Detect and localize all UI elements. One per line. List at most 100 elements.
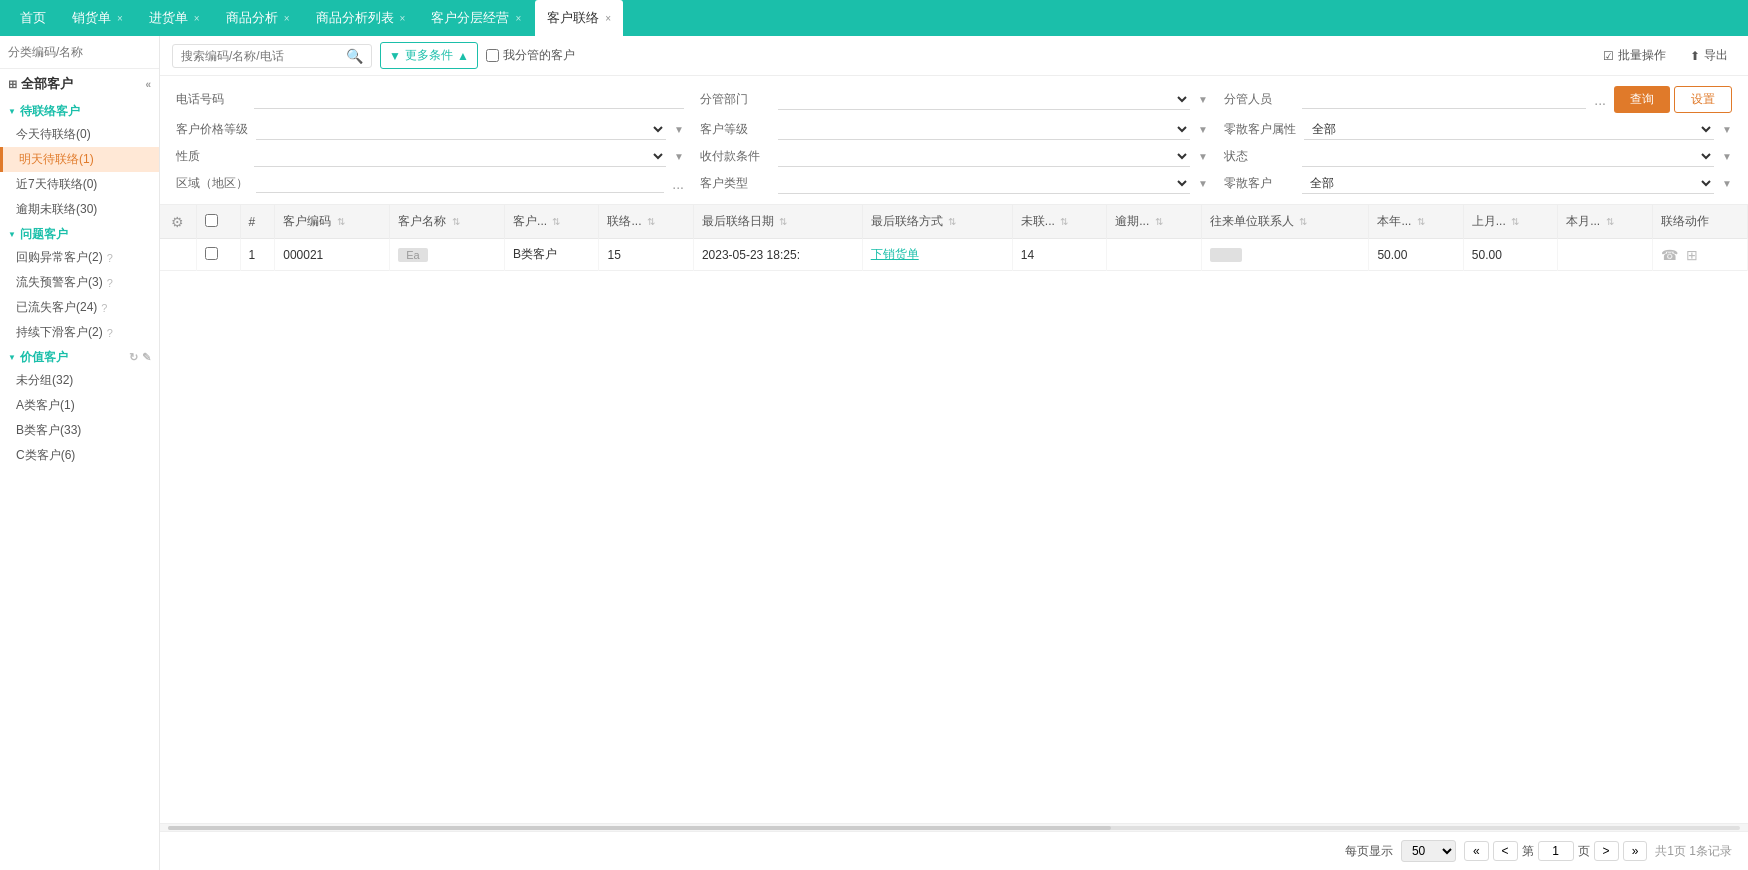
- table-col-unit-contact[interactable]: 往来单位联系人 ⇅: [1201, 205, 1369, 239]
- sidebar-item-class-a[interactable]: A类客户(1): [0, 393, 159, 418]
- sidebar-item-overdue-contact[interactable]: 逾期未联络(30): [0, 197, 159, 222]
- action-icons: ☎ ⊞: [1661, 247, 1739, 263]
- search-input[interactable]: [181, 49, 346, 63]
- row-last-contact-method[interactable]: 下销货单: [862, 239, 1012, 271]
- filter-row-4: 区域（地区） ... 客户类型 ▼ 零散客户 全部 ▼: [176, 173, 1732, 194]
- page-number-input[interactable]: [1538, 841, 1574, 861]
- filter-payment-select[interactable]: [778, 146, 1190, 167]
- horizontal-scrollbar[interactable]: [160, 823, 1748, 831]
- close-icon[interactable]: ×: [400, 13, 406, 24]
- table-col-last-contact-method[interactable]: 最后联络方式 ⇅: [862, 205, 1012, 239]
- filter-btn[interactable]: ▼ 更多条件 ▲: [380, 42, 478, 69]
- sidebar-item-churn-warning[interactable]: 流失预警客户(3) ?: [0, 270, 159, 295]
- scrollbar-thumb[interactable]: [168, 826, 1111, 830]
- sidebar-item-7days-contact[interactable]: 近7天待联络(0): [0, 172, 159, 197]
- table-col-customer-type[interactable]: 客户... ⇅: [505, 205, 599, 239]
- sidebar-group-pending-label: 待联络客户: [20, 103, 80, 120]
- filter-phone: 电话号码: [176, 86, 684, 113]
- close-icon[interactable]: ×: [117, 13, 123, 24]
- query-button[interactable]: 查询: [1614, 86, 1670, 113]
- nav-item-customer-segment[interactable]: 客户分层经营 ×: [419, 0, 533, 36]
- batch-operations-btn[interactable]: ☑ 批量操作: [1595, 43, 1674, 68]
- nav-item-analysis-list[interactable]: 商品分析列表 ×: [304, 0, 418, 36]
- table-col-overdue[interactable]: 逾期... ⇅: [1107, 205, 1201, 239]
- export-btn[interactable]: ⬆ 导出: [1682, 43, 1736, 68]
- per-page-select[interactable]: 50 100 200: [1401, 840, 1456, 862]
- sidebar-group-value: ▼ 价值客户 ↻ ✎: [0, 345, 159, 368]
- help-icon: ?: [107, 327, 113, 339]
- row-uncontacted: 14: [1012, 239, 1106, 271]
- nav-item-home[interactable]: 首页: [8, 0, 58, 36]
- triangle-icon: ▼: [8, 230, 16, 239]
- settings-button[interactable]: 设置: [1674, 86, 1732, 113]
- nav-item-sales[interactable]: 销货单 ×: [60, 0, 135, 36]
- nav-item-customer-contact[interactable]: 客户联络 ×: [535, 0, 623, 36]
- close-icon[interactable]: ×: [284, 13, 290, 24]
- close-icon[interactable]: ×: [605, 13, 611, 24]
- sort-icon: ⇅: [337, 216, 345, 227]
- first-page-btn[interactable]: «: [1464, 841, 1489, 861]
- search-icon[interactable]: 🔍: [346, 48, 363, 64]
- batch-btn-label: 批量操作: [1618, 47, 1666, 64]
- filter-retail-customer-select[interactable]: 全部: [1302, 173, 1714, 194]
- filter-customer-grade-select[interactable]: [778, 119, 1190, 140]
- table-col-uncontacted[interactable]: 未联... ⇅: [1012, 205, 1106, 239]
- table-col-contact-count[interactable]: 联络... ⇅: [599, 205, 693, 239]
- filter-status-select[interactable]: [1302, 146, 1714, 167]
- row-select-checkbox[interactable]: [205, 247, 218, 260]
- table-settings-col[interactable]: ⚙: [160, 205, 196, 239]
- sidebar-search-input[interactable]: [8, 45, 158, 59]
- chevron-up-icon: ▲: [457, 49, 469, 63]
- unit-contact-masked: [1210, 248, 1242, 262]
- grid-action-icon[interactable]: ⊞: [1686, 247, 1698, 263]
- sort-icon: ⇅: [779, 216, 787, 227]
- table-col-this-month[interactable]: 本月... ⇅: [1558, 205, 1652, 239]
- table-col-customer-code[interactable]: 客户编码 ⇅: [275, 205, 390, 239]
- phone-action-icon[interactable]: ☎: [1661, 247, 1678, 263]
- filter-region-input[interactable]: [256, 174, 664, 193]
- page-nav: « < 第 页 > »: [1464, 841, 1647, 861]
- table-col-last-month[interactable]: 上月... ⇅: [1463, 205, 1557, 239]
- nav-item-analysis[interactable]: 商品分析 ×: [214, 0, 302, 36]
- edit-icon[interactable]: ✎: [142, 351, 151, 364]
- my-customer-checkbox[interactable]: [486, 49, 499, 62]
- select-all-checkbox[interactable]: [205, 214, 218, 227]
- sort-icon: ⇅: [1299, 216, 1307, 227]
- last-page-btn[interactable]: »: [1623, 841, 1648, 861]
- filter-customer-type-select[interactable]: [778, 173, 1190, 194]
- filter-manager-dots[interactable]: ...: [1594, 92, 1606, 108]
- last-contact-method-link[interactable]: 下销货单: [871, 247, 919, 261]
- my-customer-check[interactable]: 我分管的客户: [486, 47, 575, 64]
- filter-manager: 分管人员 ... 查询 设置: [1224, 86, 1732, 113]
- filter-dept-select[interactable]: [778, 89, 1190, 110]
- pagination: 每页显示 50 100 200 « < 第 页 > » 共1页 1条记录: [160, 831, 1748, 870]
- sidebar-item-tomorrow-contact[interactable]: 明天待联络(1): [0, 147, 159, 172]
- next-page-btn[interactable]: >: [1594, 841, 1619, 861]
- refresh-icon[interactable]: ↻: [129, 351, 138, 364]
- filter-dept-label: 分管部门: [700, 91, 770, 108]
- table-col-customer-name[interactable]: 客户名称 ⇅: [390, 205, 505, 239]
- table-col-last-contact-date[interactable]: 最后联络日期 ⇅: [693, 205, 862, 239]
- filter-price-grade-select[interactable]: [256, 119, 666, 140]
- sidebar-item-declining[interactable]: 持续下滑客户(2) ?: [0, 320, 159, 345]
- sidebar-item-class-b[interactable]: B类客户(33): [0, 418, 159, 443]
- filter-retail-attr-select[interactable]: 全部: [1304, 119, 1714, 140]
- sidebar-item-churned[interactable]: 已流失客户(24) ?: [0, 295, 159, 320]
- sidebar-item-abnormal-repurchase[interactable]: 回购异常客户(2) ?: [0, 245, 159, 270]
- export-btn-label: 导出: [1704, 47, 1728, 64]
- sidebar-item-today-contact[interactable]: 今天待联络(0): [0, 122, 159, 147]
- filter-region-dots[interactable]: ...: [672, 176, 684, 192]
- close-icon[interactable]: ×: [515, 13, 521, 24]
- filter-nature-select[interactable]: [254, 146, 666, 167]
- sidebar-item-ungrouped[interactable]: 未分组(32): [0, 368, 159, 393]
- sidebar-item-class-c[interactable]: C类客户(6): [0, 443, 159, 468]
- prev-page-btn[interactable]: <: [1493, 841, 1518, 861]
- gear-icon[interactable]: ⚙: [171, 214, 184, 230]
- nav-item-purchase[interactable]: 进货单 ×: [137, 0, 212, 36]
- row-customer-name: Ea: [390, 239, 505, 271]
- close-icon[interactable]: ×: [194, 13, 200, 24]
- filter-phone-input[interactable]: [254, 90, 684, 109]
- table-col-this-year[interactable]: 本年... ⇅: [1369, 205, 1463, 239]
- filter-manager-input[interactable]: [1302, 90, 1586, 109]
- sidebar-all-customers[interactable]: ⊞ 全部客户 «: [0, 69, 159, 99]
